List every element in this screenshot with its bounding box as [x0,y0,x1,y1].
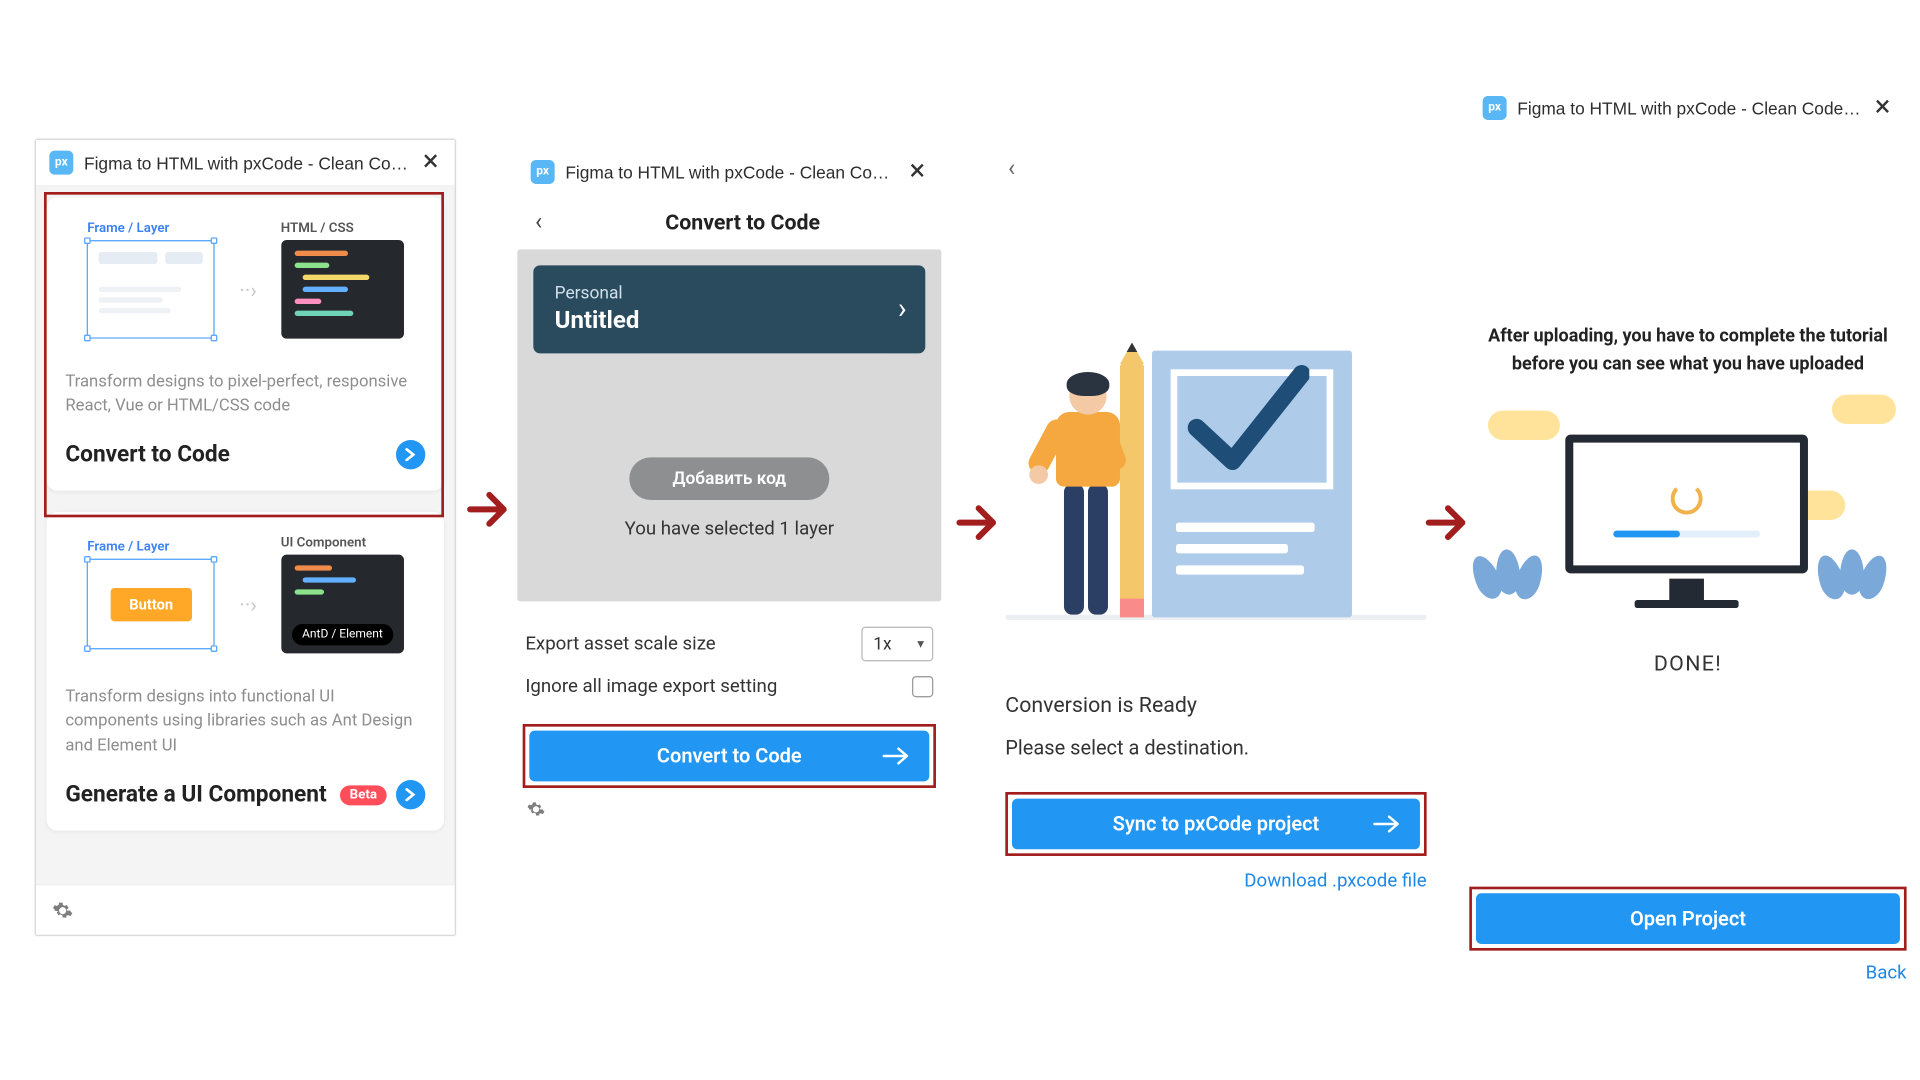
code-preview-icon [281,240,404,339]
plugin-titlebar: px Figma to HTML with pxCode - Clean Cod… [1469,85,1906,130]
project-label: Personal [555,284,904,304]
plugin-title: Figma to HTML with pxCode - Clean Code a… [1517,98,1861,118]
component-preview-icon: AntD / Element [281,555,404,654]
download-pxcode-link[interactable]: Download .pxcode file [1244,871,1426,892]
back-link[interactable]: Back [1866,962,1907,983]
project-selector[interactable]: Personal Untitled › [533,265,925,353]
done-label: DONE! [1469,650,1906,675]
spinner-icon [1671,482,1703,514]
export-scale-select[interactable]: 1x ▾ [861,627,933,662]
plugin-title: Figma to HTML with pxCode - Clean Code a… [565,162,896,182]
card-title: Convert to Code [65,442,229,469]
panel-step-2: px Figma to HTML with pxCode - Clean Cod… [517,149,941,820]
highlight-open-project-button: Open Project [1469,886,1906,950]
plugin-titlebar: px Figma to HTML with pxCode - Clean Cod… [36,140,455,187]
panel-step-1: px Figma to HTML with pxCode - Clean Cod… [35,139,456,936]
frame-preview-icon [87,240,215,339]
pxcode-logo-icon: px [49,151,73,175]
convert-to-code-button[interactable]: Convert to Code [529,731,929,782]
pxcode-logo-icon: px [531,160,555,184]
frame-layer-label: Frame / Layer [87,221,169,236]
back-chevron-icon[interactable]: ‹ [525,208,552,236]
export-scale-value: 1x [873,634,891,654]
plugin-title: Figma to HTML with pxCode - Clean Code a… [84,153,409,173]
close-icon[interactable]: × [907,161,928,182]
done-illustration [1469,394,1906,621]
button-frame-preview-icon: Button [87,559,215,650]
close-icon[interactable]: × [420,152,441,173]
highlight-convert-button: Convert to Code [523,724,936,788]
frame-layer-label: Frame / Layer [87,540,169,555]
flow-arrow-icon [1424,496,1472,549]
button-label: Sync to pxCode project [1113,812,1320,836]
select-destination-text: Please select a destination. [1005,736,1426,760]
project-name: Untitled [555,307,904,335]
button-chip: Button [111,588,192,621]
progress-bar [1613,530,1760,537]
button-label: Open Project [1630,906,1746,930]
arrow-chain-icon: ··› [239,592,257,617]
panel-header: Convert to Code [552,209,933,234]
sync-to-pxcode-button[interactable]: Sync to pxCode project [1012,799,1420,850]
open-project-button[interactable]: Open Project [1476,893,1900,944]
html-css-label: HTML / CSS [281,221,354,236]
close-icon[interactable]: × [1872,97,1893,118]
go-arrow-icon[interactable] [396,440,425,469]
panel-step-3: ‹ Conversion is Ready Please select a de… [1005,149,1426,892]
ignore-export-label: Ignore all image export setting [525,676,777,697]
back-chevron-icon[interactable]: ‹ [1005,149,1426,182]
antd-element-pill: AntD / Element [291,624,393,645]
settings-gear-icon[interactable] [525,799,546,820]
card-generate-ui-component[interactable]: Frame / Layer Button ··› UI Component An… [47,512,444,830]
arrow-right-icon [881,747,910,766]
export-scale-label: Export asset scale size [525,633,715,654]
arrow-chain-icon: ··› [239,277,257,302]
upload-tutorial-message: After uploading, you have to complete th… [1469,323,1906,379]
button-label: Convert to Code [657,744,802,768]
selection-count: You have selected 1 layer [533,519,925,540]
pxcode-logo-icon: px [1483,96,1507,120]
beta-badge: Beta [340,785,386,805]
chevron-down-icon: ▾ [917,637,924,652]
card-convert-to-code[interactable]: Frame / Layer ··› HTML / CSS Transform d… [47,197,444,491]
conversion-ready-illustration [1005,247,1426,620]
highlight-sync-button: Sync to pxCode project [1005,792,1426,856]
add-code-button[interactable]: Добавить код [629,457,829,500]
ignore-export-checkbox[interactable] [912,676,933,697]
panel-step-4: px Figma to HTML with pxCode - Clean Cod… [1469,85,1906,983]
card-description: Transform designs into functional UI com… [65,686,425,758]
plugin-titlebar: px Figma to HTML with pxCode - Clean Cod… [517,149,941,194]
flow-arrow-icon [955,496,1003,549]
card-title: Generate a UI Component [65,781,326,808]
go-arrow-icon[interactable] [396,779,425,808]
ui-component-label: UI Component [281,536,366,551]
arrow-right-icon [1372,815,1401,834]
card-description: Transform designs to pixel-perfect, resp… [65,371,425,419]
flow-arrow-icon [465,483,513,536]
chevron-right-icon: › [898,293,907,326]
settings-gear-icon[interactable] [52,899,73,920]
conversion-ready-heading: Conversion is Ready [1005,692,1426,717]
